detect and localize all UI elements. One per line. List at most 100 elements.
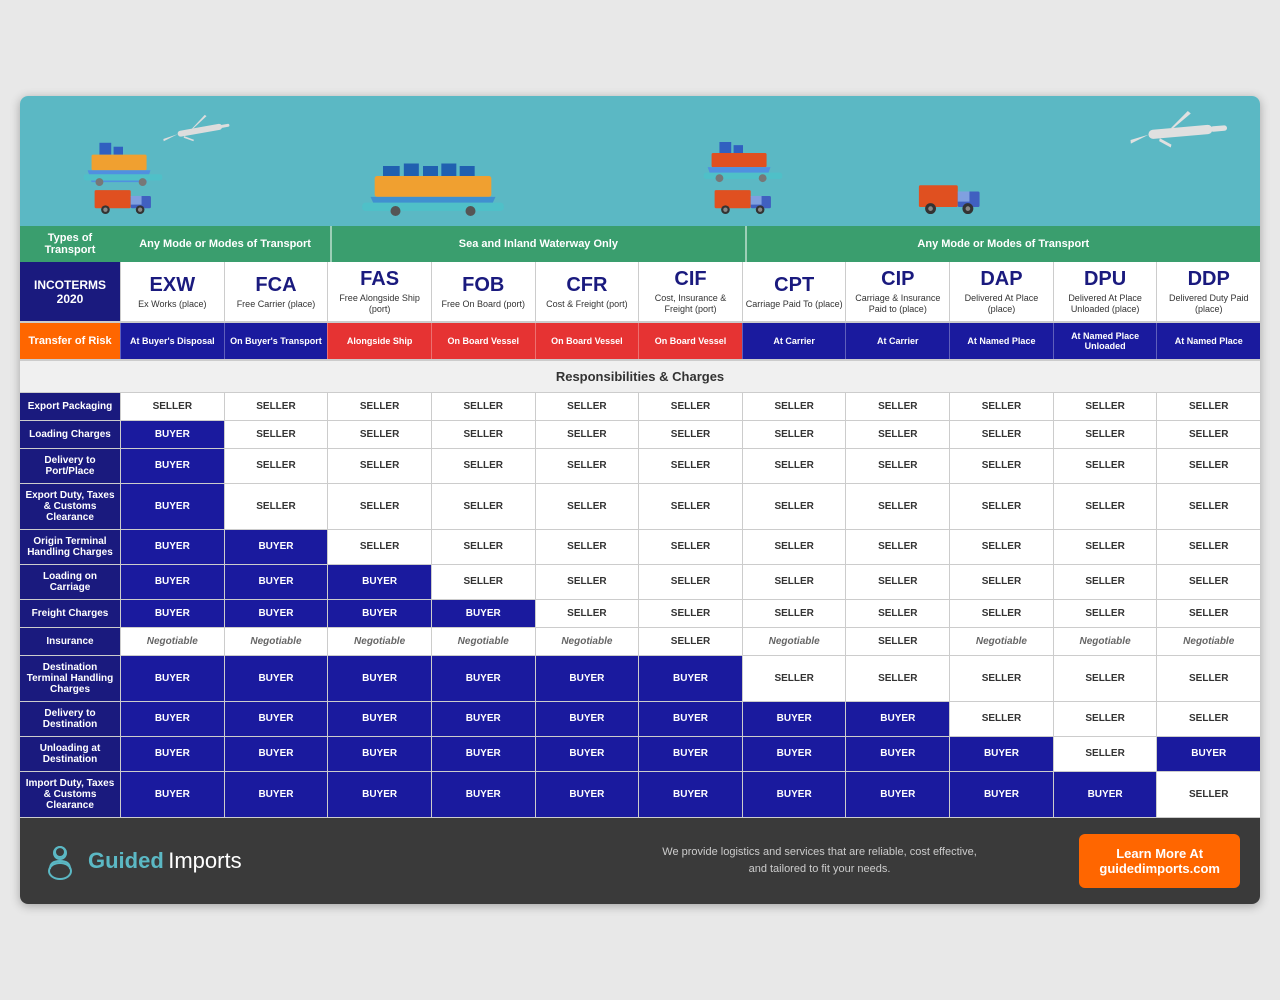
row-label-3: Export Duty, Taxes & Customs Clearance [20,484,120,529]
risk-cell-5: On Board Vessel [638,323,742,359]
data-cell-11-9: BUYER [1053,772,1157,817]
risk-label: Transfer of Risk [20,323,120,359]
row-label-10: Unloading at Destination [20,737,120,771]
data-cell-9-2: BUYER [327,702,431,736]
term-full-fob: Free On Board (port) [441,299,525,310]
term-abbr-cip: CIP [881,268,914,291]
data-cell-7-3: Negotiable [431,628,535,655]
row-label-0: Export Packaging [20,393,120,420]
data-cell-0-1: SELLER [224,393,328,420]
data-cell-1-3: SELLER [431,421,535,448]
data-cell-1-2: SELLER [327,421,431,448]
data-cell-2-9: SELLER [1053,449,1157,483]
data-cell-6-10: SELLER [1156,600,1260,627]
risk-cells: At Buyer's DisposalOn Buyer's Transport A… [120,323,1260,359]
data-cell-2-2: SELLER [327,449,431,483]
data-cell-9-9: SELLER [1053,702,1157,736]
footer-cta[interactable]: Learn More At guidedimports.com [1079,834,1240,888]
data-cell-11-5: BUYER [638,772,742,817]
term-col-dpu: DPUDelivered At Place Unloaded (place) [1053,262,1157,321]
data-cell-7-4: Negotiable [535,628,639,655]
term-col-dap: DAPDelivered At Place (place) [949,262,1053,321]
data-cell-6-6: SELLER [742,600,846,627]
risk-cell-9: At Named Place Unloaded [1053,323,1157,359]
data-cell-4-5: SELLER [638,530,742,564]
data-cell-4-4: SELLER [535,530,639,564]
data-cell-4-10: SELLER [1156,530,1260,564]
data-cell-4-8: SELLER [949,530,1053,564]
data-cell-9-3: BUYER [431,702,535,736]
data-cell-11-2: BUYER [327,772,431,817]
term-col-ddp: DDPDelivered Duty Paid (place) [1156,262,1260,321]
data-cell-9-8: SELLER [949,702,1053,736]
data-cell-10-2: BUYER [327,737,431,771]
data-row-8: Destination Terminal Handling Charges BUY… [20,656,1260,702]
data-cell-11-3: BUYER [431,772,535,817]
data-cell-3-6: SELLER [742,484,846,529]
risk-cell-3: On Board Vessel [431,323,535,359]
risk-cell-0: At Buyer's Disposal [120,323,224,359]
data-cell-2-4: SELLER [535,449,639,483]
data-cell-11-0: BUYER [120,772,224,817]
data-cell-9-1: BUYER [224,702,328,736]
data-cell-0-10: SELLER [1156,393,1260,420]
transport-sea: Sea and Inland Waterway Only [332,226,746,262]
data-cell-5-0: BUYER [120,565,224,599]
data-cell-3-1: SELLER [224,484,328,529]
data-cell-3-0: BUYER [120,484,224,529]
icon-group-2 [227,104,640,226]
risk-cell-1: On Buyer's Transport [224,323,328,359]
icon-group-5 [1053,104,1260,226]
transport-label: Types of Transport [20,226,120,262]
data-cell-6-2: BUYER [327,600,431,627]
data-cell-1-6: SELLER [742,421,846,448]
data-cell-0-8: SELLER [949,393,1053,420]
incoterms-header: INCOTERMS 2020 EXWEx Works (place)FCAFre… [20,262,1260,323]
data-row-11: Import Duty, Taxes & Customs ClearanceBU… [20,772,1260,818]
data-cell-7-8: Negotiable [949,628,1053,655]
data-cell-8-5: BUYER [638,656,742,701]
row-label-4: Origin Terminal Handling Charges [20,530,120,564]
data-cell-2-7: SELLER [845,449,949,483]
term-full-dap: Delivered At Place (place) [952,293,1051,315]
icon-group-1 [20,104,227,226]
data-cell-7-6: Negotiable [742,628,846,655]
data-cell-10-1: BUYER [224,737,328,771]
data-cell-0-3: SELLER [431,393,535,420]
icon-group-4 [847,104,1054,226]
data-cell-9-5: BUYER [638,702,742,736]
term-col-exw: EXWEx Works (place) [120,262,224,321]
row-label-6: Freight Charges [20,600,120,627]
data-cell-1-7: SELLER [845,421,949,448]
data-cell-5-4: SELLER [535,565,639,599]
term-abbr-cpt: CPT [774,274,814,297]
term-full-cpt: Carriage Paid To (place) [746,299,843,310]
data-cell-4-7: SELLER [845,530,949,564]
term-abbr-dap: DAP [980,268,1022,291]
row-label-8: Destination Terminal Handling Charges [20,656,120,701]
data-cell-0-7: SELLER [845,393,949,420]
data-row-1: Loading ChargesBUYERSELLERSELLERSELLERSE… [20,421,1260,449]
data-cell-10-5: BUYER [638,737,742,771]
data-cell-1-4: SELLER [535,421,639,448]
data-cell-0-0: SELLER [120,393,224,420]
term-col-cip: CIPCarriage & Insurance Paid to (place) [845,262,949,321]
term-col-fob: FOBFree On Board (port) [431,262,535,321]
data-row-5: Loading on CarriageBUYERBUYERBUYERSELLER… [20,565,1260,600]
resp-header: Responsibilities & Charges [20,361,1260,393]
data-cell-11-1: BUYER [224,772,328,817]
data-row-0: Export PackagingSELLERSELLERSELLERSELLER… [20,393,1260,421]
icon-group-3 [640,104,847,226]
term-col-cfr: CFRCost & Freight (port) [535,262,639,321]
data-cell-4-1: BUYER [224,530,328,564]
data-row-10: Unloading at DestinationBUYERBUYERBUYERB… [20,737,1260,772]
risk-cell-8: At Named Place [949,323,1053,359]
data-cell-2-6: SELLER [742,449,846,483]
data-cell-6-9: SELLER [1053,600,1157,627]
data-cell-6-8: SELLER [949,600,1053,627]
data-cell-3-9: SELLER [1053,484,1157,529]
risk-cell-6: At Carrier [742,323,846,359]
data-cell-5-2: BUYER [327,565,431,599]
data-cell-1-5: SELLER [638,421,742,448]
data-cell-1-10: SELLER [1156,421,1260,448]
